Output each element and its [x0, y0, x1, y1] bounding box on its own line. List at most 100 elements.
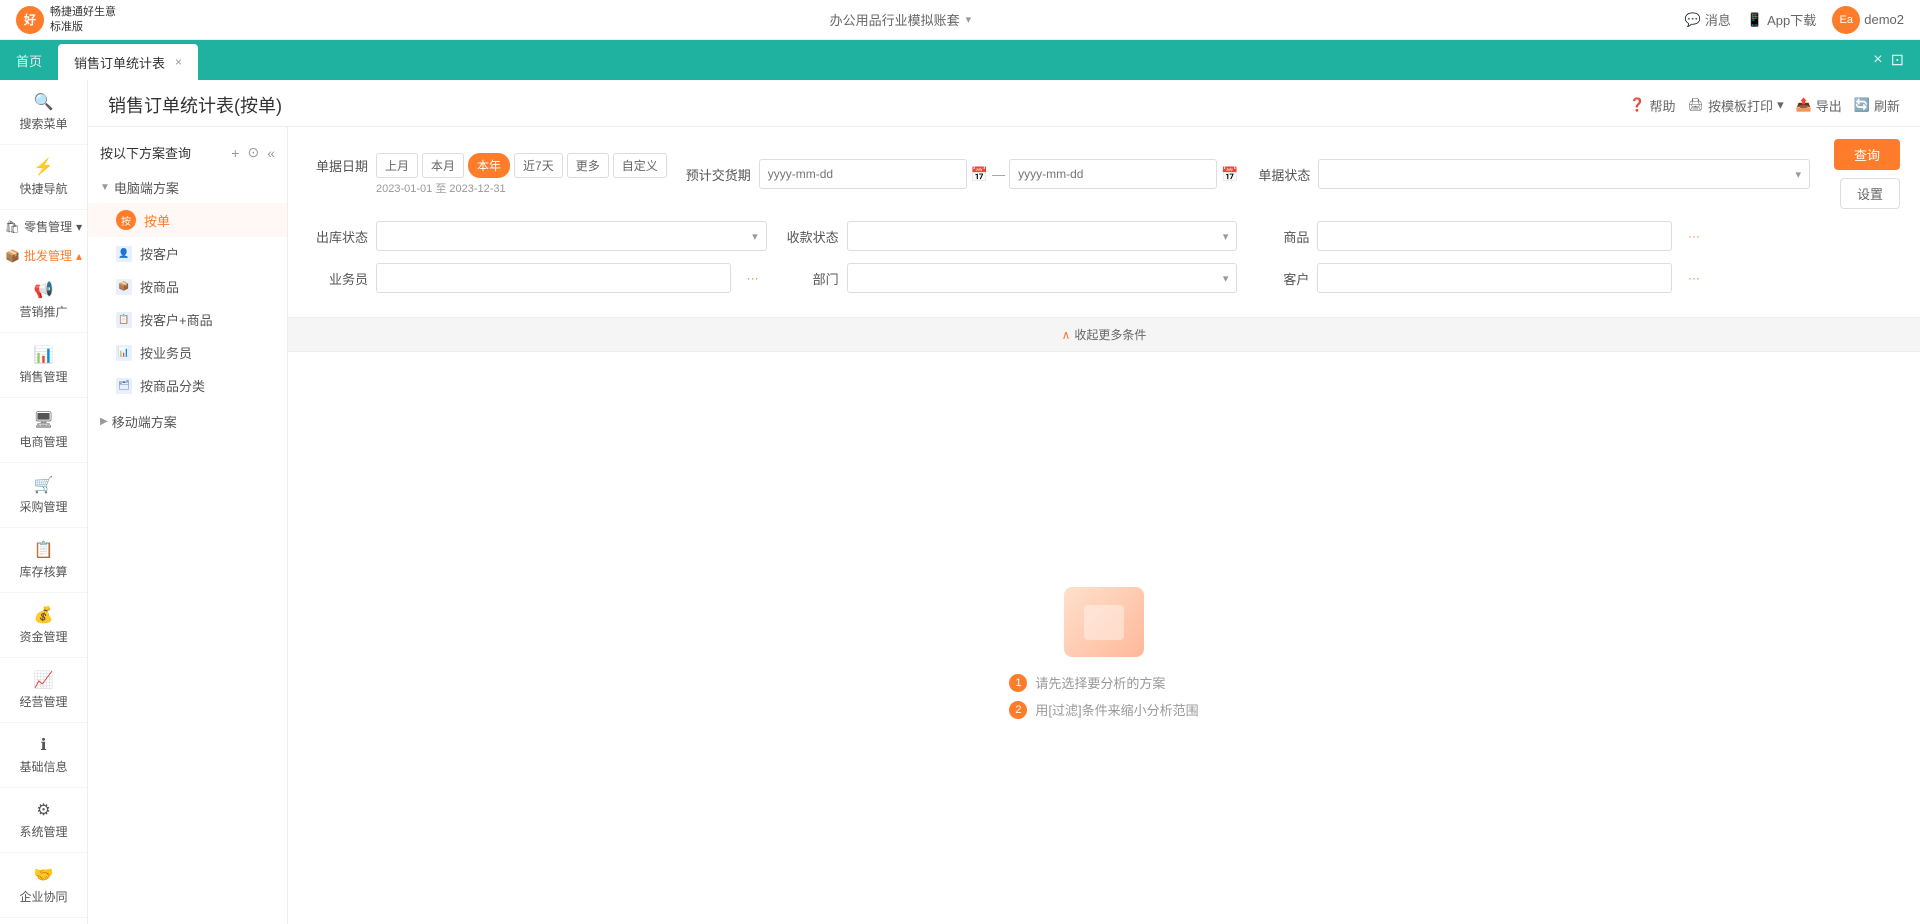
customer-more-icon[interactable]: ··· [1680, 271, 1708, 285]
help-button[interactable]: ❓ 帮助 [1629, 96, 1675, 115]
status-dropdown-icon: ▾ [1795, 168, 1801, 181]
sidebar-item-search[interactable]: 🔍 搜索菜单 [0, 80, 87, 145]
sidebar-item-wholesale[interactable]: 📦 批发管理 ▴ [0, 239, 87, 268]
tab-home[interactable]: 首页 [0, 40, 58, 80]
sidebar-item-sales[interactable]: 📊 销售管理 [0, 333, 87, 398]
scheme-item-by-customer[interactable]: 👤 按客户 [88, 237, 287, 270]
by-customer-product-icon: 📋 [116, 312, 132, 328]
date-btn-this-month[interactable]: 本月 [422, 153, 464, 178]
scheme-item-by-customer-product[interactable]: 📋 按客户+商品 [88, 303, 287, 336]
download-icon: 📱 [1747, 12, 1763, 28]
logo-area: 好 畅捷通好生意 标准版 [16, 5, 116, 34]
salesman-more-icon[interactable]: ··· [739, 271, 767, 285]
payment-select[interactable]: ▾ [847, 221, 1238, 251]
product-more-icon[interactable]: ··· [1680, 229, 1708, 243]
mobile-group-arrow: ▶ [100, 416, 108, 427]
top-bar-right: 💬 消息 📱 App下载 Ea demo2 [1685, 6, 1904, 34]
scheme-item-by-product[interactable]: 📦 按商品 [88, 270, 287, 303]
sidebar-item-basics[interactable]: ℹ 基础信息 [0, 723, 87, 788]
sidebar-item-system[interactable]: ⚙ 系统管理 [0, 788, 87, 853]
by-customer-icon: 👤 [116, 246, 132, 262]
app-download-button[interactable]: 📱 App下载 [1747, 10, 1816, 29]
app-title[interactable]: 办公用品行业模拟账套 ▾ [830, 10, 972, 29]
app-title-dropdown[interactable]: ▾ [966, 13, 972, 26]
minimize-button[interactable]: × [1873, 51, 1882, 69]
customer-input[interactable] [1317, 263, 1672, 293]
dept-label: 部门 [779, 269, 839, 288]
expected-date-filter: 预计交货期 📅 — 📅 [679, 159, 1239, 189]
sidebar-item-guide[interactable]: 🎯 新手引导 [0, 918, 87, 924]
sidebar-item-ecommerce[interactable]: 🖥 电商管理 [0, 398, 87, 463]
date-btn-last-7-days[interactable]: 近7天 [514, 153, 563, 178]
product-input[interactable] [1317, 221, 1672, 251]
scheme-item-by-order[interactable]: 按 按单 [88, 203, 287, 237]
calendar-end-icon[interactable]: 📅 [1221, 166, 1238, 183]
expected-date-end[interactable] [1009, 159, 1217, 189]
dept-select[interactable]: ▾ [847, 263, 1238, 293]
sidebar-item-finance[interactable]: 💰 资金管理 [0, 593, 87, 658]
refresh-button[interactable]: 🔄 刷新 [1854, 96, 1900, 115]
sidebar-item-marketing[interactable]: 📢 营销推广 [0, 268, 87, 333]
dept-filter: 部门 ▾ [779, 263, 1238, 293]
filter-layout: 按以下方案查询 + ⊙ « ▼ 电脑端方案 按 按单 [88, 127, 1920, 924]
shipment-select[interactable]: ▾ [376, 221, 767, 251]
query-settings: 查询 设置 [1822, 139, 1900, 209]
status-label: 单据状态 [1250, 165, 1310, 184]
expected-date-label: 预计交货期 [679, 165, 751, 184]
sidebar-item-enterprise[interactable]: 🤝 企业协同 [0, 853, 87, 918]
date-btn-custom[interactable]: 自定义 [613, 153, 667, 178]
sidebar-item-operations[interactable]: 📈 经营管理 [0, 658, 87, 723]
export-button[interactable]: 📤 导出 [1796, 96, 1842, 115]
scheme-group-pc: ▼ 电脑端方案 按 按单 👤 按客户 📦 按商品 [88, 172, 287, 402]
settings-scheme-button[interactable]: ⊙ [247, 144, 259, 161]
product-filter: 商品 ··· [1249, 221, 1708, 251]
expected-date-start[interactable] [759, 159, 967, 189]
print-button[interactable]: 🖨 按模板打印 ▾ [1688, 96, 1784, 115]
query-button[interactable]: 查询 [1834, 139, 1900, 170]
page-actions: ❓ 帮助 🖨 按模板打印 ▾ 📤 导出 🔄 刷新 [1629, 96, 1900, 115]
status-select[interactable]: ▾ [1318, 159, 1810, 189]
tab-active[interactable]: 销售订单统计表 × [58, 44, 198, 80]
step-2-number: 2 [1009, 701, 1027, 719]
print-dropdown-icon: ▾ [1777, 97, 1784, 113]
system-icon: ⚙ [36, 800, 50, 820]
sidebar: 🔍 搜索菜单 ⚡ 快捷导航 🛍 零售管理 ▾ 📦 批发管理 ▴ 📢 营销推广 📊… [0, 80, 88, 924]
sidebar-item-retail[interactable]: 🛍 零售管理 ▾ [0, 210, 87, 239]
scheme-group-pc-header[interactable]: ▼ 电脑端方案 [88, 172, 287, 203]
date-btn-last-month[interactable]: 上月 [376, 153, 418, 178]
filter-row-1: 单据日期 上月 本月 本年 近7天 更多 自定义 2023 [308, 139, 1900, 209]
tab-close-icon[interactable]: × [175, 55, 182, 69]
add-scheme-button[interactable]: + [231, 145, 239, 161]
collapse-sidebar-button[interactable]: « [267, 145, 275, 161]
sales-icon: 📊 [34, 345, 54, 365]
scheme-group-mobile-header[interactable]: ▶ 移动端方案 [88, 406, 287, 437]
maximize-button[interactable]: ⊡ [1891, 50, 1904, 70]
date-btn-more[interactable]: 更多 [567, 153, 609, 178]
empty-illustration [1044, 557, 1164, 657]
date-btn-this-year[interactable]: 本年 [468, 153, 510, 178]
sidebar-item-quicknav[interactable]: ⚡ 快捷导航 [0, 145, 87, 210]
shipment-label: 出库状态 [308, 227, 368, 246]
payment-label: 收款状态 [779, 227, 839, 246]
settings-button[interactable]: 设置 [1840, 178, 1900, 209]
scheme-group-mobile: ▶ 移动端方案 [88, 406, 287, 437]
dept-dropdown-icon: ▾ [1223, 272, 1229, 285]
collapse-button[interactable]: ∧ 收起更多条件 [1062, 326, 1147, 343]
date-filter-inner: 单据日期 上月 本月 本年 近7天 更多 自定义 [308, 153, 667, 178]
purchase-icon: 🛒 [34, 475, 54, 495]
calendar-start-icon[interactable]: 📅 [971, 166, 988, 183]
date-range-display: 2023-01-01 至 2023-12-31 [376, 180, 506, 196]
sidebar-item-inventory[interactable]: 📋 库存核算 [0, 528, 87, 593]
wholesale-icon: 📦 [5, 249, 20, 263]
empty-steps: 1 请先选择要分析的方案 2 用[过滤]条件来缩小分析范围 [1009, 673, 1198, 719]
user-menu[interactable]: Ea demo2 [1832, 6, 1904, 34]
retail-icon: 🛍 [5, 220, 20, 234]
sidebar-item-purchase[interactable]: 🛒 采购管理 [0, 463, 87, 528]
shipment-filter: 出库状态 ▾ [308, 221, 767, 251]
content-area: 销售订单统计表(按单) ❓ 帮助 🖨 按模板打印 ▾ 📤 导出 [88, 80, 1920, 924]
salesman-input[interactable] [376, 263, 731, 293]
message-button[interactable]: 💬 消息 [1685, 10, 1731, 29]
scheme-item-by-category[interactable]: 🗂 按商品分类 [88, 369, 287, 402]
by-product-icon: 📦 [116, 279, 132, 295]
scheme-item-by-salesman[interactable]: 📊 按业务员 [88, 336, 287, 369]
